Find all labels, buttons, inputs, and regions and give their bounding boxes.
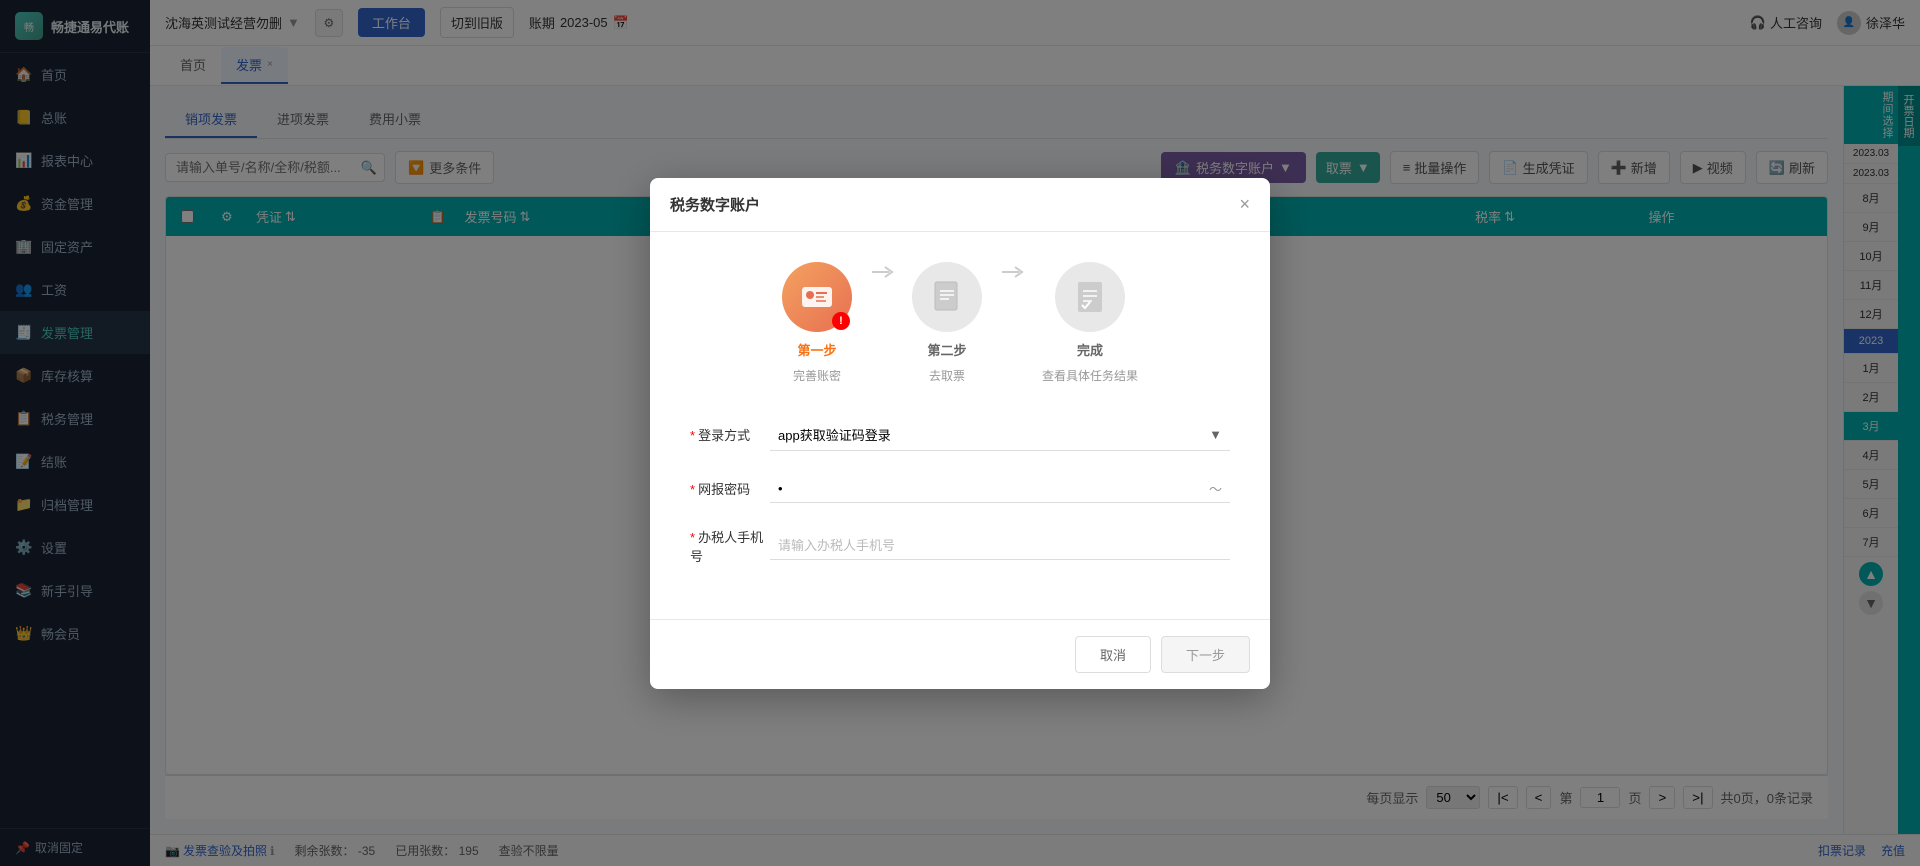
- phone-label: 办税人手机号: [690, 527, 770, 565]
- step-3-sublabel: 查看具体任务结果: [1042, 367, 1138, 384]
- phone-field: 办税人手机号: [690, 527, 1230, 565]
- step-1: ! 第一步 完善账密: [782, 262, 852, 384]
- step-1-label: 第一步: [797, 340, 836, 359]
- step-3-circle: [1055, 262, 1125, 332]
- step-2-label: 第二步: [927, 340, 966, 359]
- login-method-value: app获取验证码登录: [778, 425, 891, 444]
- login-method-select[interactable]: app获取验证码登录 ▼: [770, 419, 1230, 451]
- chevron-down-icon: ▼: [1209, 427, 1222, 442]
- password-field: 网报密码 〜: [690, 475, 1230, 503]
- phone-input[interactable]: [770, 532, 1230, 560]
- step-arrow-1: [852, 262, 912, 337]
- step-2-circle: [912, 262, 982, 332]
- checklist-icon: [1072, 279, 1108, 315]
- step-arrow-2: [982, 262, 1042, 337]
- stepper: ! 第一步 完善账密: [690, 262, 1230, 384]
- modal-footer: 取消 下一步: [650, 619, 1270, 689]
- password-input[interactable]: [770, 475, 1201, 502]
- step-1-sublabel: 完善账密: [793, 367, 841, 384]
- modal-body: ! 第一步 完善账密: [650, 232, 1270, 619]
- tax-digital-modal: 税务数字账户 × !: [650, 178, 1270, 689]
- step-1-badge: !: [832, 312, 850, 330]
- eye-icon[interactable]: 〜: [1201, 479, 1230, 498]
- step-2-sublabel: 去取票: [929, 367, 965, 384]
- modal-overlay: 税务数字账户 × !: [0, 0, 1920, 866]
- modal-header: 税务数字账户 ×: [650, 178, 1270, 232]
- document-icon: [929, 279, 965, 315]
- password-label: 网报密码: [690, 479, 770, 498]
- login-method-field: 登录方式 app获取验证码登录 ▼: [690, 419, 1230, 451]
- step-3: 完成 查看具体任务结果: [1042, 262, 1138, 384]
- step-3-label: 完成: [1077, 340, 1103, 359]
- login-method-label: 登录方式: [690, 425, 770, 444]
- id-card-icon: [799, 279, 835, 315]
- next-button[interactable]: 下一步: [1161, 636, 1250, 673]
- step-2: 第二步 去取票: [912, 262, 982, 384]
- cancel-button[interactable]: 取消: [1075, 636, 1151, 673]
- modal-title: 税务数字账户: [670, 194, 760, 215]
- modal-close-button[interactable]: ×: [1239, 195, 1250, 213]
- step-1-circle: !: [782, 262, 852, 332]
- password-input-wrapper: 〜: [770, 475, 1230, 503]
